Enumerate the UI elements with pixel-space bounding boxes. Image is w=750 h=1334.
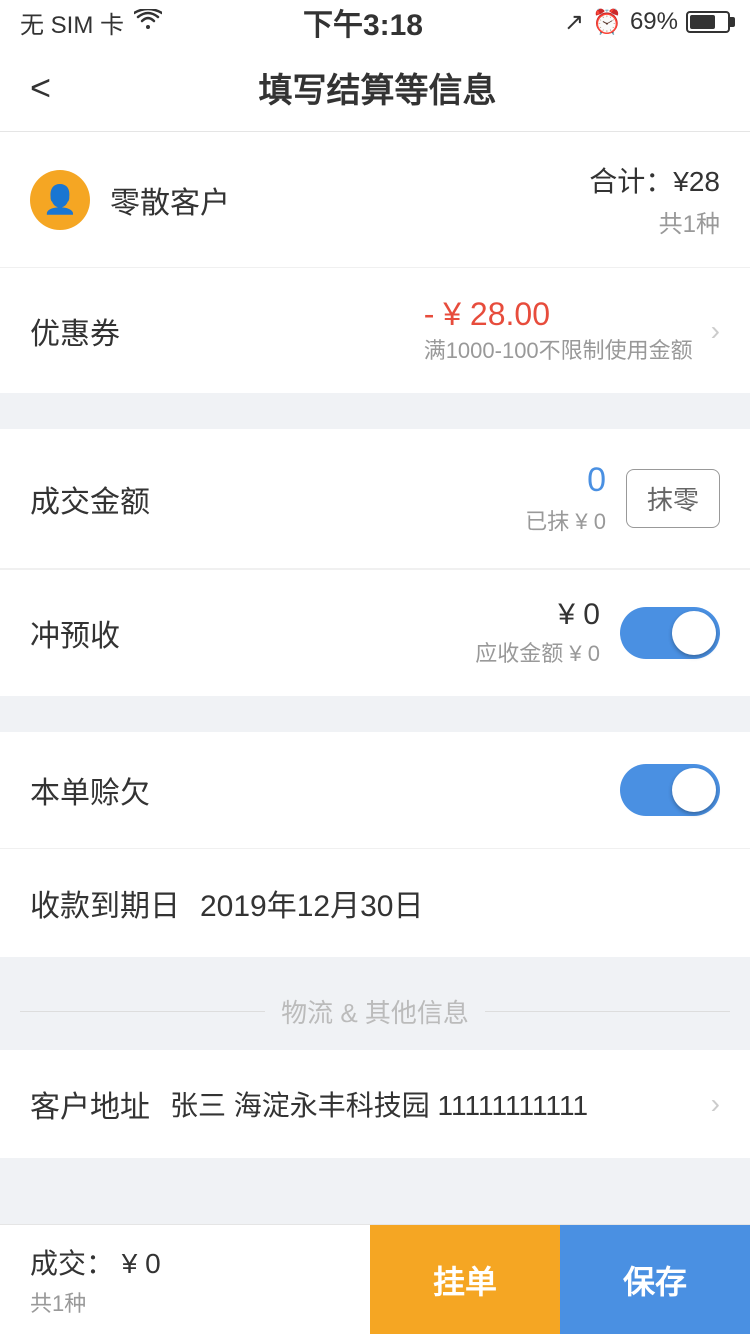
credit-section: 本单赊欠 收款到期日 2019年12月30日 xyxy=(0,732,750,957)
deal-amount-row: 成交金额 0 已抹 ¥ 0 抹零 xyxy=(0,429,750,569)
customer-row: 👤 零散客户 合计：¥28 共1种 xyxy=(0,132,750,267)
credit-toggle-knob xyxy=(672,768,716,812)
customer-section: 👤 零散客户 合计：¥28 共1种 优惠券 - ¥ 28.00 满1000-10… xyxy=(0,132,750,393)
page-title: 填写结算等信息 xyxy=(71,63,684,112)
prepay-amount-wrap: ¥ 0 应收金额 ¥ 0 xyxy=(475,598,600,668)
round-zero-button[interactable]: 抹零 xyxy=(626,469,720,528)
status-left: 无 SIM 卡 xyxy=(20,5,162,40)
bottom-bar: 成交： ¥ 0 共1种 挂单 保存 xyxy=(0,1224,750,1334)
battery-icon xyxy=(686,11,730,33)
logistics-line-right xyxy=(485,1011,730,1012)
credit-row: 本单赊欠 xyxy=(0,732,750,848)
total-count-label: 共1种 xyxy=(589,204,720,239)
address-section: 客户地址 张三 海淀永丰科技园 11111111111 › xyxy=(0,1050,750,1158)
status-time: 下午3:18 xyxy=(303,0,423,44)
alarm-icon: ⏰ xyxy=(592,8,622,37)
customer-total: 合计：¥28 共1种 xyxy=(589,160,720,239)
deal-amount-sub: 已抹 ¥ 0 xyxy=(525,504,606,536)
credit-toggle[interactable] xyxy=(620,764,720,816)
logistics-line-left xyxy=(20,1011,265,1012)
carrier-label: 无 SIM 卡 xyxy=(20,5,124,40)
hang-order-button[interactable]: 挂单 xyxy=(370,1225,560,1334)
logistics-label: 物流 & 其他信息 xyxy=(281,993,469,1030)
nav-bar: < 填写结算等信息 xyxy=(0,44,750,132)
coupon-right: - ¥ 28.00 满1000-100不限制使用金额 › xyxy=(424,296,720,365)
amount-input-wrap: 0 已抹 ¥ 0 xyxy=(525,461,606,536)
prepay-right: ¥ 0 应收金额 ¥ 0 xyxy=(475,598,720,668)
divider-2 xyxy=(0,712,750,732)
chevron-right-icon: › xyxy=(711,315,720,347)
deal-amount-right: 0 已抹 ¥ 0 抹零 xyxy=(525,461,720,536)
status-right: ↗ ⏰ 69% xyxy=(564,8,730,37)
location-icon: ↗ xyxy=(564,8,584,37)
battery-percent: 69% xyxy=(630,8,678,36)
address-chevron-icon: › xyxy=(711,1088,720,1120)
logistics-header: 物流 & 其他信息 xyxy=(0,973,750,1050)
coupon-description: 满1000-100不限制使用金额 xyxy=(424,333,693,365)
customer-name: 零散客户 xyxy=(110,178,230,222)
coupon-row[interactable]: 优惠券 - ¥ 28.00 满1000-100不限制使用金额 › xyxy=(0,267,750,393)
address-row[interactable]: 客户地址 张三 海淀永丰科技园 11111111111 › xyxy=(0,1050,750,1158)
prepay-receivable: 应收金额 ¥ 0 xyxy=(475,636,600,668)
bottom-count: 共1种 xyxy=(30,1286,340,1318)
toggle-knob xyxy=(672,611,716,655)
due-date-label: 收款到期日 xyxy=(30,881,180,925)
bottom-deal-row: 成交： ¥ 0 xyxy=(30,1242,340,1282)
prepay-amount: ¥ 0 xyxy=(475,598,600,632)
back-button[interactable]: < xyxy=(30,67,51,109)
bottom-info: 成交： ¥ 0 共1种 xyxy=(0,1242,370,1318)
address-key-label: 客户地址 xyxy=(30,1082,150,1126)
coupon-value: - ¥ 28.00 xyxy=(424,296,693,333)
deal-prepay-section: 成交金额 0 已抹 ¥ 0 抹零 冲预收 ¥ 0 应收金额 ¥ 0 xyxy=(0,429,750,696)
bottom-deal-label: 成交： xyxy=(30,1248,114,1279)
credit-label: 本单赊欠 xyxy=(30,768,150,812)
address-value: 张三 海淀永丰科技园 11111111111 xyxy=(170,1084,703,1124)
due-date-row: 收款到期日 2019年12月30日 xyxy=(0,848,750,957)
divider-1 xyxy=(0,409,750,429)
prepay-label: 冲预收 xyxy=(30,611,120,655)
bottom-deal-amount: ¥ 0 xyxy=(122,1248,161,1279)
deal-amount-label: 成交金额 xyxy=(30,477,525,521)
total-amount-label: 合计：¥28 xyxy=(589,160,720,200)
avatar: 👤 xyxy=(30,170,90,230)
coupon-label: 优惠券 xyxy=(30,309,120,353)
save-button[interactable]: 保存 xyxy=(560,1225,750,1334)
customer-info: 👤 零散客户 xyxy=(30,170,230,230)
wifi-icon xyxy=(134,8,162,36)
coupon-info: - ¥ 28.00 满1000-100不限制使用金额 xyxy=(424,296,693,365)
avatar-icon: 👤 xyxy=(43,183,78,216)
prepay-row: 冲预收 ¥ 0 应收金额 ¥ 0 xyxy=(0,569,750,696)
due-date-value[interactable]: 2019年12月30日 xyxy=(200,881,423,925)
status-bar: 无 SIM 卡 下午3:18 ↗ ⏰ 69% xyxy=(0,0,750,44)
prepay-toggle[interactable] xyxy=(620,607,720,659)
deal-amount-value[interactable]: 0 xyxy=(587,461,606,500)
